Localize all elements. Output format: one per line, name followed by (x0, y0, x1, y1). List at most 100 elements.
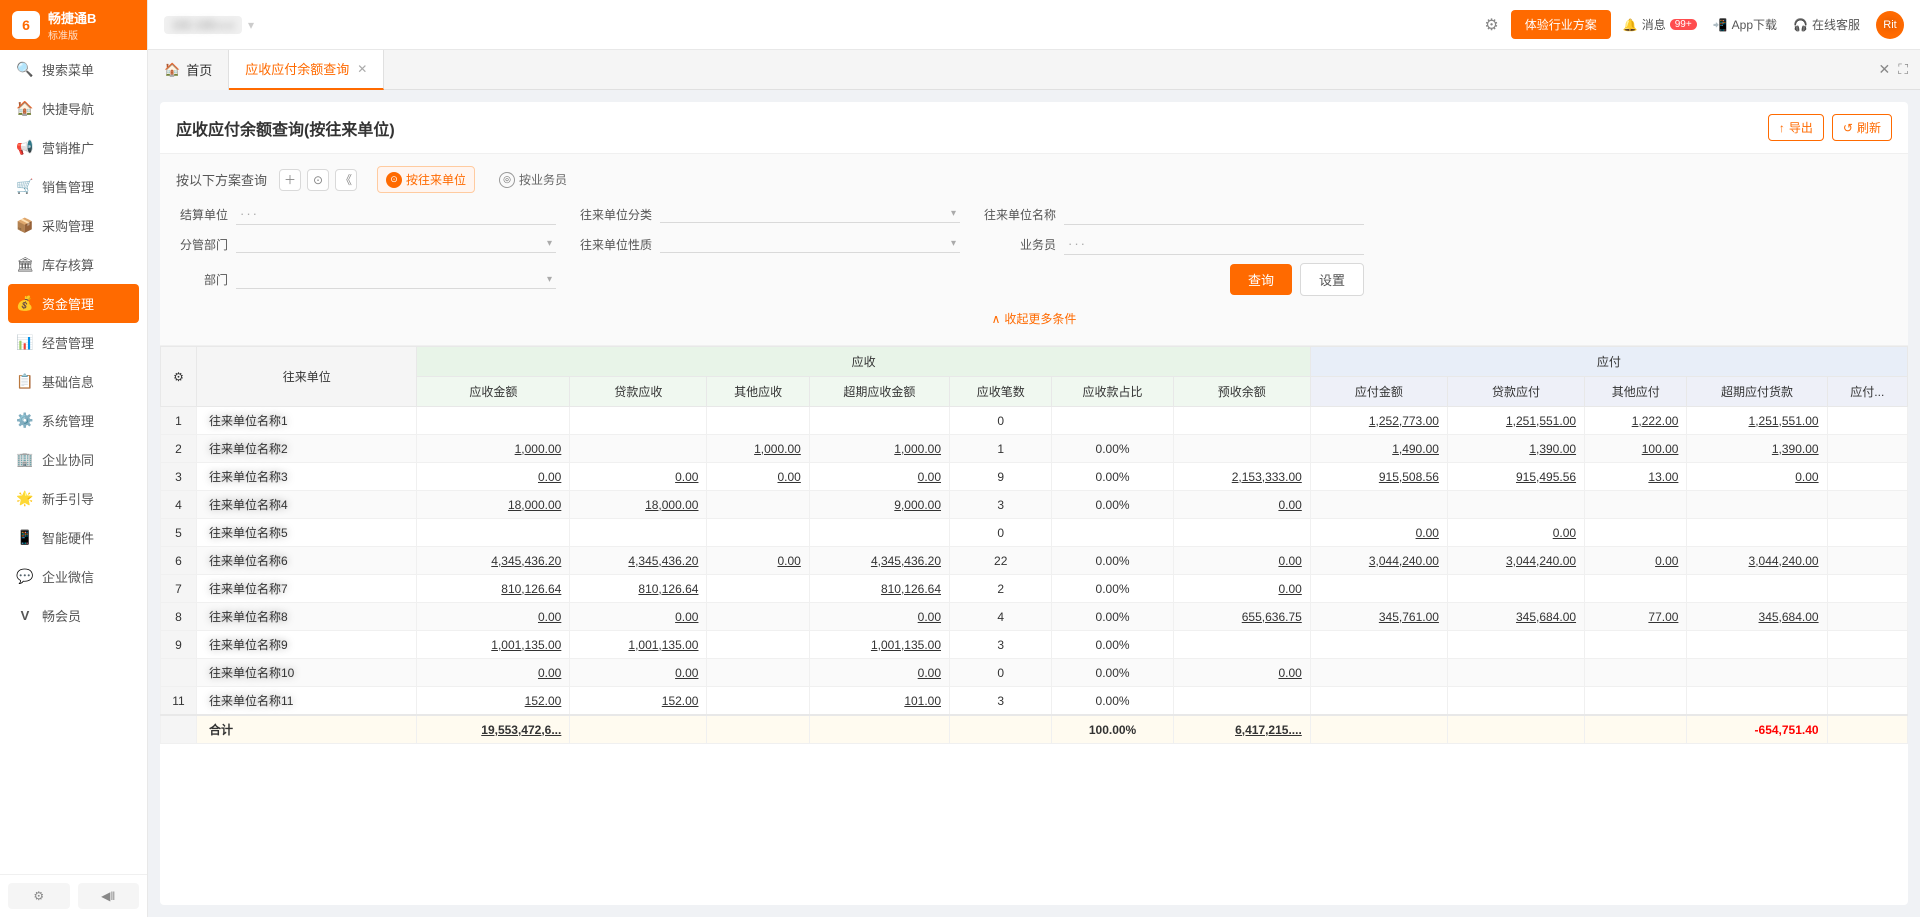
sidebar-settings-button[interactable]: ⚙ (8, 883, 70, 909)
sidebar-item-operation[interactable]: 📊 经营管理 (0, 323, 147, 362)
sidebar-item-marketing[interactable]: 📢 营销推广 (0, 128, 147, 167)
ar_amount-cell[interactable]: 4,345,436.20 (417, 547, 570, 575)
sidebar-item-guide[interactable]: 🌟 新手引导 (0, 479, 147, 518)
ap_other-cell[interactable]: 100.00 (1585, 435, 1687, 463)
sidebar-item-system[interactable]: ⚙️ 系统管理 (0, 401, 147, 440)
ar_prepay-cell[interactable]: 655,636.75 (1173, 603, 1310, 631)
ap_loan-cell[interactable]: 345,684.00 (1447, 603, 1584, 631)
tab-ar-query[interactable]: 应收应付余额查询 ✕ (229, 50, 384, 90)
ar_other-cell[interactable]: 0.00 (707, 463, 809, 491)
filter-tab-by-staff[interactable]: ◎ 按业务员 (491, 166, 575, 193)
export-button[interactable]: ↑ 导出 (1768, 114, 1824, 141)
ap_overdue-cell[interactable]: 1,251,551.00 (1687, 407, 1827, 435)
ar_amount-cell[interactable]: 18,000.00 (417, 491, 570, 519)
filter-collapse-button[interactable]: 《 (335, 169, 357, 191)
sidebar-item-collab[interactable]: 🏢 企业协同 (0, 440, 147, 479)
ap_other-cell[interactable]: 0.00 (1585, 547, 1687, 575)
ar_loan-cell[interactable]: 152.00 (570, 687, 707, 716)
ar_overdue-cell[interactable]: 1,001,135.00 (809, 631, 949, 659)
ar_other-cell[interactable]: 1,000.00 (707, 435, 809, 463)
bumen-select[interactable]: ▾ (236, 271, 556, 289)
sidebar-item-quick-nav[interactable]: 🏠 快捷导航 (0, 89, 147, 128)
ar_loan-cell[interactable]: 810,126.64 (570, 575, 707, 603)
ar_prepay-cell[interactable]: 2,153,333.00 (1173, 463, 1310, 491)
ap_amount-cell[interactable]: 0.00 (1310, 519, 1447, 547)
table-settings-icon[interactable]: ⚙ (173, 370, 184, 384)
ar_loan-cell[interactable]: 0.00 (570, 463, 707, 491)
notice-button[interactable]: 🔔 消息 99+ (1623, 16, 1697, 33)
ar_loan-cell[interactable]: 0.00 (570, 659, 707, 687)
ar_amount-cell[interactable]: 1,000.00 (417, 435, 570, 463)
refresh-button[interactable]: ↺ 刷新 (1832, 114, 1892, 141)
ar_amount-cell[interactable]: 152.00 (417, 687, 570, 716)
sidebar-item-inventory[interactable]: 🏛 库存核算 (0, 245, 147, 284)
ar_prepay-cell[interactable]: 0.00 (1173, 547, 1310, 575)
ap_amount-cell[interactable]: 1,490.00 (1310, 435, 1447, 463)
ap_other-cell[interactable]: 1,222.00 (1585, 407, 1687, 435)
sidebar-item-search-menu[interactable]: 🔍 搜索菜单 (0, 50, 147, 89)
filter-tab-by-unit[interactable]: ⊙ 按往来单位 (377, 166, 475, 193)
sidebar-item-hardware[interactable]: 📱 智能硬件 (0, 518, 147, 557)
ap_loan-cell[interactable]: 915,495.56 (1447, 463, 1584, 491)
ar_amount-cell[interactable]: 1,001,135.00 (417, 631, 570, 659)
jiesuan-unit-input[interactable]: ··· (236, 203, 556, 225)
total-ar-amount[interactable]: 19,553,472,6... (417, 715, 570, 744)
ap_loan-cell[interactable]: 0.00 (1447, 519, 1584, 547)
unit-name-input[interactable] (1064, 204, 1364, 225)
ar_amount-cell[interactable]: 0.00 (417, 463, 570, 491)
ar_prepay-cell[interactable]: 0.00 (1173, 659, 1310, 687)
user-profile[interactable]: Rit (1876, 11, 1904, 39)
ap_loan-cell[interactable]: 3,044,240.00 (1447, 547, 1584, 575)
sidebar-item-basic[interactable]: 📋 基础信息 (0, 362, 147, 401)
tab-home[interactable]: 🏠 首页 (148, 50, 229, 90)
ar_overdue-cell[interactable]: 0.00 (809, 463, 949, 491)
ap_overdue-cell[interactable]: 3,044,240.00 (1687, 547, 1827, 575)
tab-close-window-icon[interactable]: ✕ (1878, 61, 1890, 78)
ar_overdue-cell[interactable]: 4,345,436.20 (809, 547, 949, 575)
settings-filter-button[interactable]: 设置 (1300, 263, 1364, 296)
ap_amount-cell[interactable]: 1,252,773.00 (1310, 407, 1447, 435)
ar_amount-cell[interactable]: 0.00 (417, 603, 570, 631)
gear-icon[interactable]: ⚙ (1484, 15, 1498, 35)
ar_overdue-cell[interactable]: 101.00 (809, 687, 949, 716)
query-button[interactable]: 查询 (1230, 264, 1292, 295)
ar_overdue-cell[interactable]: 9,000.00 (809, 491, 949, 519)
ap_loan-cell[interactable]: 1,390.00 (1447, 435, 1584, 463)
filter-settings-button[interactable]: ⊙ (307, 169, 329, 191)
sidebar-item-finance[interactable]: 💰 资金管理 (8, 284, 139, 323)
ar_loan-cell[interactable]: 1,001,135.00 (570, 631, 707, 659)
ap_amount-cell[interactable]: 345,761.00 (1310, 603, 1447, 631)
unit-category-select[interactable]: ▾ (660, 205, 960, 223)
ap_overdue-cell[interactable]: 1,390.00 (1687, 435, 1827, 463)
filter-add-button[interactable]: ＋ (279, 169, 301, 191)
ar_overdue-cell[interactable]: 810,126.64 (809, 575, 949, 603)
settings-col-header[interactable]: ⚙ (161, 347, 197, 407)
ar_overdue-cell[interactable]: 0.00 (809, 659, 949, 687)
ar_overdue-cell[interactable]: 1,000.00 (809, 435, 949, 463)
ar_overdue-cell[interactable]: 0.00 (809, 603, 949, 631)
ap_overdue-cell[interactable]: 345,684.00 (1687, 603, 1827, 631)
ar_amount-cell[interactable]: 810,126.64 (417, 575, 570, 603)
ar_amount-cell[interactable]: 0.00 (417, 659, 570, 687)
tab-fullscreen-icon[interactable]: ⛶ (1898, 61, 1908, 78)
ar_loan-cell[interactable]: 18,000.00 (570, 491, 707, 519)
dept-select[interactable]: ▾ (236, 235, 556, 253)
sidebar-collapse-button[interactable]: ◀‖ (78, 883, 140, 909)
app-download-button[interactable]: 📲 App下载 (1713, 16, 1777, 33)
sidebar-item-purchase[interactable]: 📦 采购管理 (0, 206, 147, 245)
ar_loan-cell[interactable]: 4,345,436.20 (570, 547, 707, 575)
ap_amount-cell[interactable]: 915,508.56 (1310, 463, 1447, 491)
staff-input[interactable]: ··· (1064, 233, 1364, 255)
total-ar-prepay[interactable]: 6,417,215.... (1173, 715, 1310, 744)
ar_prepay-cell[interactable]: 0.00 (1173, 491, 1310, 519)
ap_other-cell[interactable]: 77.00 (1585, 603, 1687, 631)
sidebar-item-member[interactable]: V 畅会员 (0, 596, 147, 635)
sidebar-item-sales[interactable]: 🛒 销售管理 (0, 167, 147, 206)
ar_prepay-cell[interactable]: 0.00 (1173, 575, 1310, 603)
promo-button[interactable]: 体验行业方案 (1511, 10, 1611, 39)
online-service-button[interactable]: 🎧 在线客服 (1793, 16, 1860, 33)
tab-close-icon[interactable]: ✕ (357, 62, 367, 76)
ap_loan-cell[interactable]: 1,251,551.00 (1447, 407, 1584, 435)
ap_other-cell[interactable]: 13.00 (1585, 463, 1687, 491)
ar_other-cell[interactable]: 0.00 (707, 547, 809, 575)
